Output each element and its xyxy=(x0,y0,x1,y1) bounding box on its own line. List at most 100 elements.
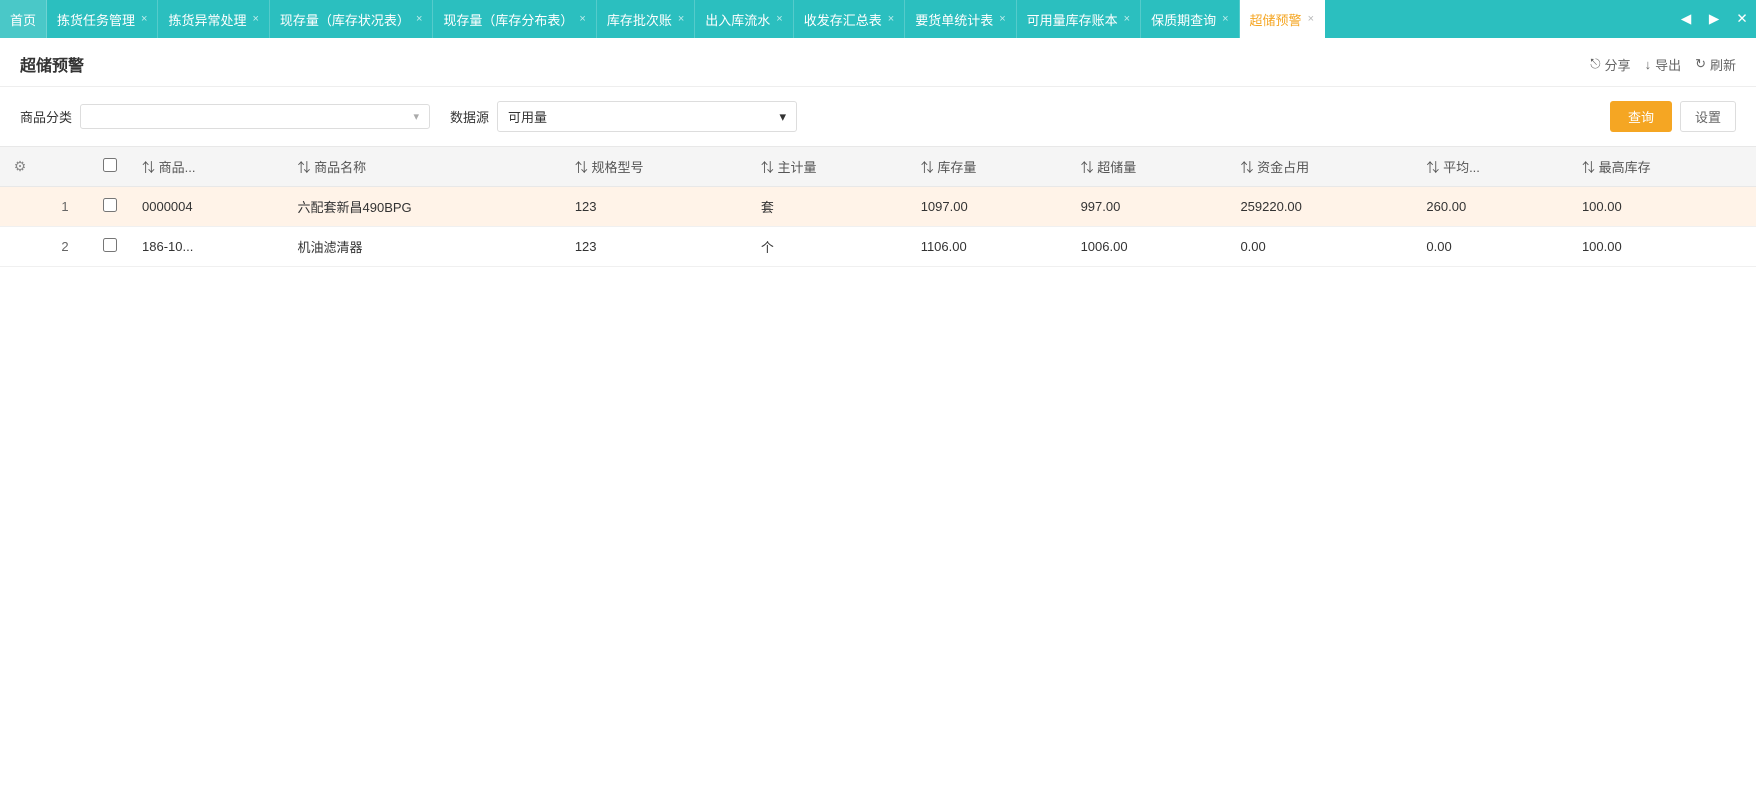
nav-item-demand-stats[interactable]: 要货单统计表 × xyxy=(905,0,1016,38)
nav-item-overstock-warning[interactable]: 超储预警 × xyxy=(1240,0,1325,38)
nav-item-label: 出入库流水 xyxy=(705,10,770,29)
row-settings-cell xyxy=(0,227,40,267)
table-body: 10000004六配套新昌490BPG123套1097.00997.002592… xyxy=(0,187,1756,267)
row-max-inventory: 100.00 xyxy=(1570,187,1756,227)
nav-item-collect-summary[interactable]: 收发存汇总表 × xyxy=(794,0,905,38)
filter-actions: 查询 设置 xyxy=(1610,101,1736,132)
nav-item-inventory-status[interactable]: 现存量（库存状况表） × xyxy=(270,0,433,38)
datasource-value: 可用量 xyxy=(508,107,547,126)
nav-item-label: 要货单统计表 xyxy=(915,10,993,29)
row-checkbox-cell xyxy=(90,227,130,267)
th-checkbox xyxy=(90,147,130,187)
row-inventory: 1097.00 xyxy=(909,187,1069,227)
category-chevron-icon: ▾ xyxy=(413,110,419,123)
nav-item-inventory-dist[interactable]: 现存量（库存分布表） × xyxy=(433,0,596,38)
nav-item-expiry-check[interactable]: 保质期查询 × xyxy=(1141,0,1239,38)
th-unit: ⇅ 主计量 xyxy=(749,147,909,187)
datasource-filter: 数据源 可用量 ▾ xyxy=(450,101,797,132)
row-unit: 套 xyxy=(749,187,909,227)
row-product-name: 机油滤清器 xyxy=(286,227,563,267)
row-avg: 260.00 xyxy=(1414,187,1570,227)
nav-arrow-left[interactable]: ◀ xyxy=(1672,0,1700,38)
row-settings-cell xyxy=(0,187,40,227)
nav-item-inout-flow[interactable]: 出入库流水 × xyxy=(695,0,793,38)
row-spec: 123 xyxy=(563,187,749,227)
nav-item-close-icon[interactable]: × xyxy=(252,13,258,25)
nav-item-label: 首页 xyxy=(10,10,36,29)
nav-item-label: 拣货任务管理 xyxy=(57,10,135,29)
th-overstock: ⇅ 超储量 xyxy=(1069,147,1229,187)
refresh-icon: ↻ xyxy=(1695,56,1706,72)
row-capital: 0.00 xyxy=(1228,227,1414,267)
nav-item-close-icon[interactable]: × xyxy=(416,13,422,25)
top-navigation: 首页拣货任务管理 ×拣货异常处理 ×现存量（库存状况表） ×现存量（库存分布表）… xyxy=(0,0,1756,38)
nav-item-task-mgmt[interactable]: 拣货任务管理 × xyxy=(47,0,158,38)
settings-button[interactable]: 设置 xyxy=(1680,101,1736,132)
nav-item-label: 现存量（库存分布表） xyxy=(443,10,573,29)
th-index xyxy=(40,147,90,187)
th-max-inventory: ⇅ 最高库存 xyxy=(1570,147,1756,187)
nav-item-close-icon[interactable]: × xyxy=(1124,13,1130,25)
nav-item-close-icon[interactable]: × xyxy=(141,13,147,25)
filter-bar: 商品分类 ▾ 数据源 可用量 ▾ 查询 设置 xyxy=(0,87,1756,146)
table-row: 2186-10...机油滤清器123个1106.001006.000.000.0… xyxy=(0,227,1756,267)
nav-item-label: 保质期查询 xyxy=(1151,10,1216,29)
nav-item-label: 超储预警 xyxy=(1250,10,1302,29)
nav-item-label: 现存量（库存状况表） xyxy=(280,10,410,29)
row-product-name: 六配套新昌490BPG xyxy=(286,187,563,227)
th-spec: ⇅ 规格型号 xyxy=(563,147,749,187)
nav-item-label: 拣货异常处理 xyxy=(168,10,246,29)
th-avg: ⇅ 平均... xyxy=(1414,147,1570,187)
th-product-name: ⇅ 商品名称 xyxy=(286,147,563,187)
export-button[interactable]: ↓ 导出 xyxy=(1645,55,1682,74)
page-header: 超储预警 ⎋ 分享 ↓ 导出 ↻ 刷新 xyxy=(0,38,1756,87)
nav-item-close-icon[interactable]: × xyxy=(678,13,684,25)
th-product-code: ⇅ 商品... xyxy=(130,147,286,187)
nav-item-close-icon[interactable]: × xyxy=(776,13,782,25)
row-unit: 个 xyxy=(749,227,909,267)
row-product-code: 186-10... xyxy=(130,227,286,267)
nav-arrows: ◀ ▶ ✕ xyxy=(1672,0,1756,38)
category-label: 商品分类 xyxy=(20,107,72,126)
row-overstock: 997.00 xyxy=(1069,187,1229,227)
th-capital: ⇅ 资金占用 xyxy=(1228,147,1414,187)
th-inventory: ⇅ 库存量 xyxy=(909,147,1069,187)
page-title: 超储预警 xyxy=(20,52,84,76)
row-max-inventory: 100.00 xyxy=(1570,227,1756,267)
nav-item-available-account[interactable]: 可用量库存账本 × xyxy=(1017,0,1141,38)
select-all-checkbox[interactable] xyxy=(103,158,117,172)
datasource-select[interactable]: 可用量 ▾ xyxy=(497,101,797,132)
category-select[interactable]: ▾ xyxy=(80,104,430,129)
nav-item-close-icon[interactable]: × xyxy=(579,13,585,25)
nav-item-home[interactable]: 首页 xyxy=(0,0,47,38)
data-table: ⚙ ⇅ 商品... ⇅ 商品名称 ⇅ 规格型号 xyxy=(0,146,1756,267)
nav-item-close-icon[interactable]: × xyxy=(1222,13,1228,25)
nav-item-batch-account[interactable]: 库存批次账 × xyxy=(597,0,695,38)
row-index: 2 xyxy=(40,227,90,267)
row-checkbox-cell xyxy=(90,187,130,227)
header-actions: ⎋ 分享 ↓ 导出 ↻ 刷新 xyxy=(1590,55,1736,74)
table-row: 10000004六配套新昌490BPG123套1097.00997.002592… xyxy=(0,187,1756,227)
row-inventory: 1106.00 xyxy=(909,227,1069,267)
row-product-code: 0000004 xyxy=(130,187,286,227)
nav-item-label: 可用量库存账本 xyxy=(1027,10,1118,29)
row-avg: 0.00 xyxy=(1414,227,1570,267)
nav-item-abnormal-process[interactable]: 拣货异常处理 × xyxy=(158,0,269,38)
row-overstock: 1006.00 xyxy=(1069,227,1229,267)
nav-arrow-right[interactable]: ▶ xyxy=(1700,0,1728,38)
query-button[interactable]: 查询 xyxy=(1610,101,1672,132)
row-checkbox[interactable] xyxy=(103,238,117,252)
row-index: 1 xyxy=(40,187,90,227)
export-icon: ↓ xyxy=(1645,57,1652,72)
row-checkbox[interactable] xyxy=(103,198,117,212)
nav-item-close-icon[interactable]: × xyxy=(999,13,1005,25)
table-settings-gear-icon[interactable]: ⚙ xyxy=(14,158,27,174)
nav-item-close-icon[interactable]: × xyxy=(888,13,894,25)
nav-arrow-close[interactable]: ✕ xyxy=(1728,0,1756,38)
refresh-button[interactable]: ↻ 刷新 xyxy=(1695,55,1736,74)
share-icon: ⎋ xyxy=(1590,56,1600,72)
nav-item-label: 库存批次账 xyxy=(607,10,672,29)
nav-item-close-icon[interactable]: × xyxy=(1308,13,1314,25)
datasource-chevron-icon: ▾ xyxy=(780,109,787,125)
share-button[interactable]: ⎋ 分享 xyxy=(1590,55,1630,74)
